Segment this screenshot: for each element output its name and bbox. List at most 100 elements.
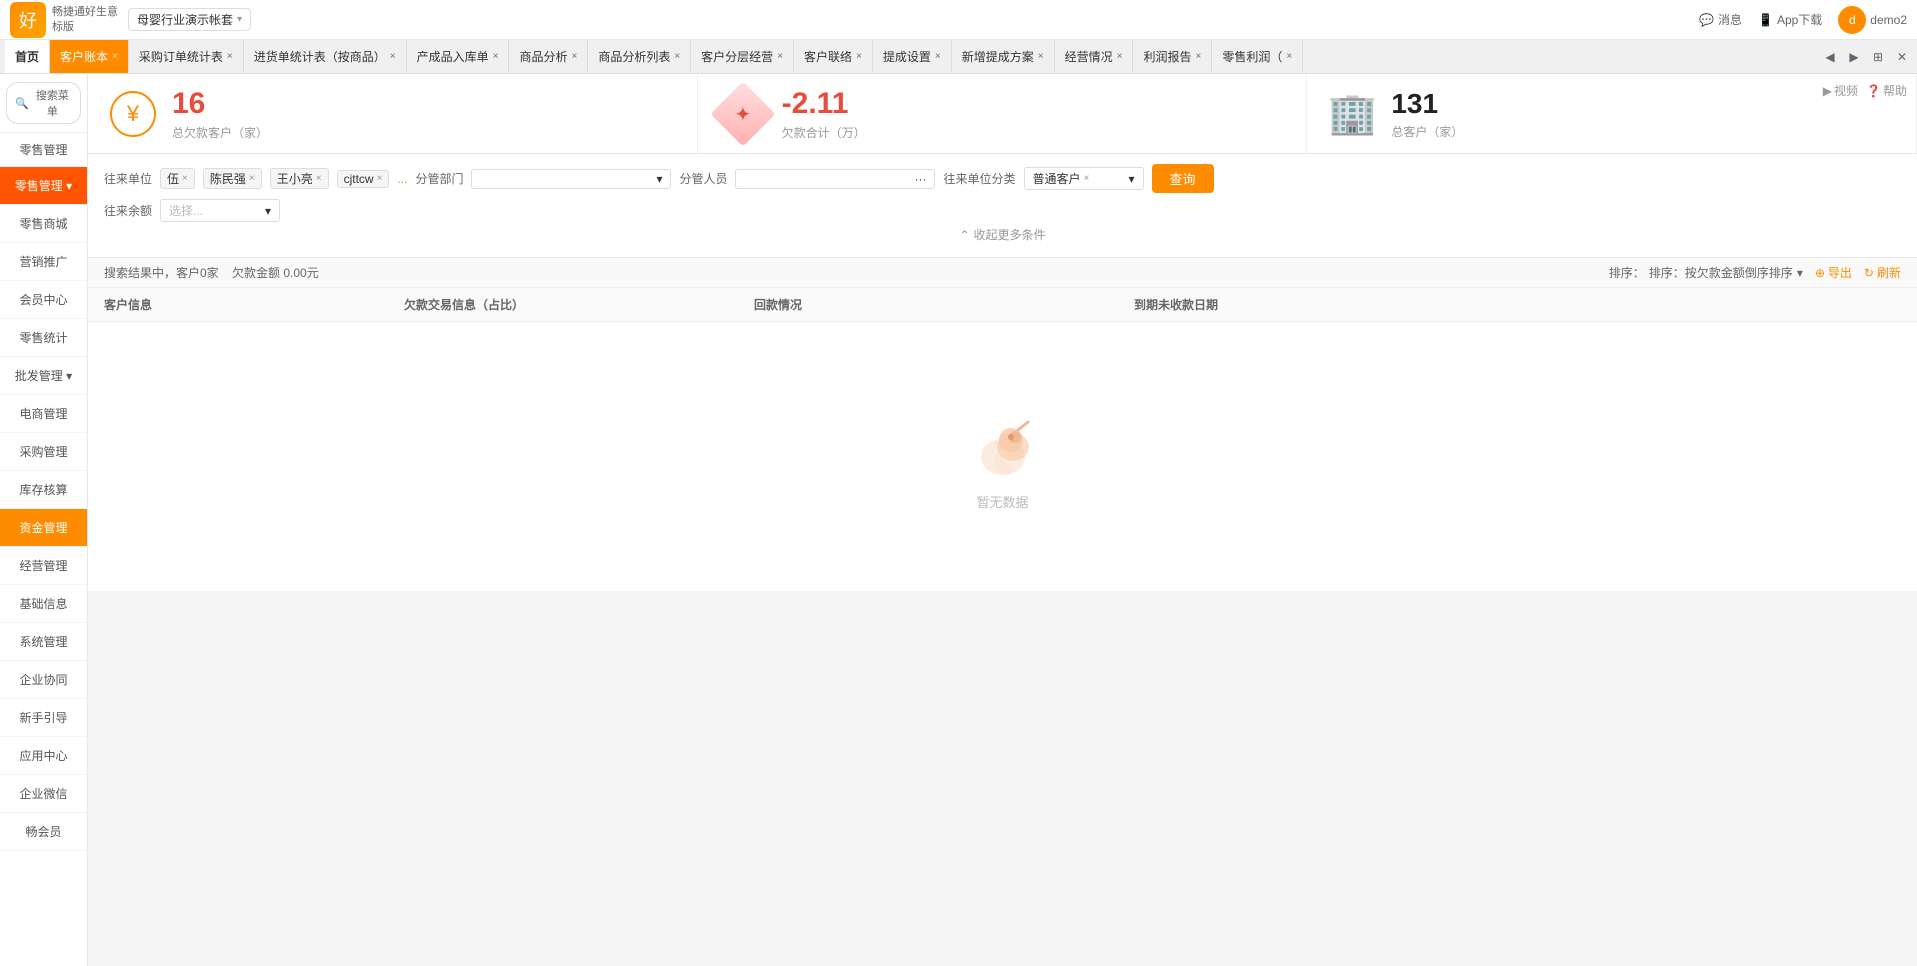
tab-customer-contact[interactable]: 客户联络 × (794, 40, 873, 74)
close-icon[interactable]: × (1195, 51, 1201, 62)
refresh-icon: ↻ (1864, 266, 1874, 280)
remove-category-icon[interactable]: × (1084, 173, 1090, 184)
tab-profit-report[interactable]: 利润报告 × (1133, 40, 1212, 74)
sidebar: 🔍 搜索菜单 零售管理 零售管理 ▾ 零售商城 营销推广 会员中心 零售统计 批… (0, 74, 88, 966)
collapse-button[interactable]: ⌃ 收起更多条件 (104, 222, 1901, 247)
remainder-select[interactable]: 选择... ▾ (160, 199, 280, 222)
search-icon: 🔍 (15, 97, 29, 110)
nav-arrows: ◀ ▶ ⊞ ✕ (1815, 47, 1917, 67)
close-icon[interactable]: × (493, 51, 499, 62)
tab-business-status[interactable]: 经营情况 × (1055, 40, 1134, 74)
staff-select[interactable]: ··· (735, 169, 935, 189)
stat-card-debt-amount: ✦ -2.11 欠款合计（万） (698, 74, 1308, 153)
close-icon[interactable]: × (1286, 51, 1292, 62)
tab-home[interactable]: 首页 (5, 40, 50, 74)
sidebar-item-marketing[interactable]: 营销推广 (0, 243, 87, 281)
remove-tag-icon[interactable]: × (182, 173, 188, 184)
message-button[interactable]: 💬 消息 (1699, 11, 1742, 28)
tab-customer-account[interactable]: 客户账本 × (50, 40, 129, 74)
tab-product-analysis-list[interactable]: 商品分析列表 × (588, 40, 691, 74)
sort-select[interactable]: 排序： 排序：按欠款金额倒序排序 ▾ (1609, 264, 1803, 281)
sidebar-item-wholesale-mgmt[interactable]: 批发管理 ▾ (0, 357, 87, 395)
close-icon[interactable]: × (571, 51, 577, 62)
dept-filter-label: 分管部门 (415, 170, 463, 187)
tab-purchase-order[interactable]: 采购订单统计表 × (129, 40, 244, 74)
sidebar-item-enterprise-collab[interactable]: 企业协同 (0, 661, 87, 699)
nav-expand-button[interactable]: ⊞ (1868, 47, 1888, 67)
chevron-down-icon: ▾ (656, 172, 662, 186)
sidebar-item-retail-mall[interactable]: 零售商城 (0, 205, 87, 243)
main-layout: 🔍 搜索菜单 零售管理 零售管理 ▾ 零售商城 营销推广 会员中心 零售统计 批… (0, 74, 1917, 966)
close-icon[interactable]: × (856, 51, 862, 62)
close-icon[interactable]: × (674, 51, 680, 62)
category-select[interactable]: 普通客户 × ▾ (1024, 167, 1144, 190)
close-icon[interactable]: × (935, 51, 941, 62)
filter-tag-unit2[interactable]: 陈民强 × (203, 168, 262, 189)
filter-more-button[interactable]: ... (397, 172, 407, 186)
stat-info-customers: 16 总欠款客户（家） (172, 86, 268, 141)
remove-tag-icon[interactable]: × (377, 173, 383, 184)
close-icon[interactable]: × (1038, 51, 1044, 62)
store-select[interactable]: 母婴行业演示帐套 ▾ (128, 8, 251, 31)
sidebar-item-finance-mgmt[interactable]: 资金管理 (0, 509, 87, 547)
sidebar-item-app-center[interactable]: 应用中心 (0, 737, 87, 775)
user-profile[interactable]: d demo2 (1838, 6, 1907, 34)
sidebar-item-retail-mgmt[interactable]: 零售管理 ▾ (0, 167, 87, 205)
tab-customer-tier[interactable]: 客户分层经营 × (691, 40, 794, 74)
close-icon[interactable]: × (390, 51, 396, 62)
filter-tag-unit1[interactable]: 伍 × (160, 168, 195, 189)
staff-filter-label: 分管人员 (679, 170, 727, 187)
nav-next-button[interactable]: ▶ (1844, 47, 1864, 67)
refresh-button[interactable]: ↻ 刷新 (1864, 264, 1901, 281)
total-debt-customers-label: 总欠款客户（家） (172, 124, 268, 141)
data-table: 客户信息 欠款交易信息（占比） 回款情况 到期未收款日期 (88, 288, 1917, 591)
close-icon[interactable]: × (227, 51, 233, 62)
chevron-icon: ▾ (66, 179, 72, 193)
close-icon[interactable]: × (1117, 51, 1123, 62)
tab-promo-settings[interactable]: 提成设置 × (873, 40, 952, 74)
sidebar-item-sys-mgmt[interactable]: 系统管理 (0, 623, 87, 661)
export-button[interactable]: ⊕ 导出 (1815, 264, 1852, 281)
sidebar-item-quick-nav[interactable]: 零售管理 (0, 133, 87, 167)
search-menu-button[interactable]: 🔍 搜索菜单 (6, 82, 81, 124)
diamond-icon: ✦ (710, 81, 775, 146)
close-icon[interactable]: × (112, 51, 118, 62)
query-button[interactable]: 查询 (1152, 164, 1214, 193)
sidebar-item-enterprise-wechat[interactable]: 企业微信 (0, 775, 87, 813)
close-icon[interactable]: × (777, 51, 783, 62)
filter-tag-unit4[interactable]: cjttcw × (337, 170, 390, 188)
empty-text: 暂无数据 (976, 492, 1028, 511)
help-link[interactable]: ❓ 帮助 (1866, 82, 1907, 99)
tab-retail-profit[interactable]: 零售利润（ × (1212, 40, 1303, 74)
result-bar: 搜索结果中，客户0家 欠款金额 0.00元 排序： 排序：按欠款金额倒序排序 ▾… (88, 258, 1917, 288)
tab-product-analysis[interactable]: 商品分析 × (509, 40, 588, 74)
top-bar: 好 畅捷通好生意 标版 母婴行业演示帐套 ▾ 💬 消息 📱 App下载 d de… (0, 0, 1917, 40)
sidebar-item-purchase-mgmt[interactable]: 采购管理 (0, 433, 87, 471)
stats-bar: ¥ 16 总欠款客户（家） ✦ -2.11 欠款合计 (88, 74, 1917, 154)
nav-close-button[interactable]: ✕ (1892, 47, 1912, 67)
dept-select[interactable]: ▾ (471, 169, 671, 189)
sidebar-item-basic-info[interactable]: 基础信息 (0, 585, 87, 623)
video-link[interactable]: ▶ 视频 (1823, 82, 1858, 99)
logo-area: 好 畅捷通好生意 标版 (10, 2, 118, 38)
sidebar-item-new-guide[interactable]: 新手引导 (0, 699, 87, 737)
app-download-button[interactable]: 📱 App下载 (1758, 11, 1822, 28)
remove-tag-icon[interactable]: × (316, 173, 322, 184)
tab-new-promo-plan[interactable]: 新增提成方案 × (952, 40, 1055, 74)
table-header: 客户信息 欠款交易信息（占比） 回款情况 到期未收款日期 (88, 288, 1917, 322)
nav-prev-button[interactable]: ◀ (1820, 47, 1840, 67)
tab-production-inbound[interactable]: 产成品入库单 × (407, 40, 510, 74)
col-header-debt: 欠款交易信息（占比） (404, 296, 754, 313)
sidebar-item-retail-stats[interactable]: 零售统计 (0, 319, 87, 357)
remove-tag-icon[interactable]: × (249, 173, 255, 184)
total-debt-number: -2.11 (782, 86, 866, 122)
filter-tag-unit3[interactable]: 王小亮 × (270, 168, 329, 189)
filter-row-main: 往来单位 伍 × 陈民强 × 王小亮 × cjttcw × ... (104, 164, 1901, 193)
sidebar-item-inventory[interactable]: 库存核算 (0, 471, 87, 509)
sidebar-item-vip-member[interactable]: 畅会员 (0, 813, 87, 851)
sidebar-item-ecommerce[interactable]: 电商管理 (0, 395, 87, 433)
sidebar-item-ops-mgmt[interactable]: 经营管理 (0, 547, 87, 585)
sidebar-item-member-center[interactable]: 会员中心 (0, 281, 87, 319)
customers-icon: ¥ (110, 91, 156, 137)
tab-inbound-stats[interactable]: 进货单统计表（按商品） × (244, 40, 407, 74)
